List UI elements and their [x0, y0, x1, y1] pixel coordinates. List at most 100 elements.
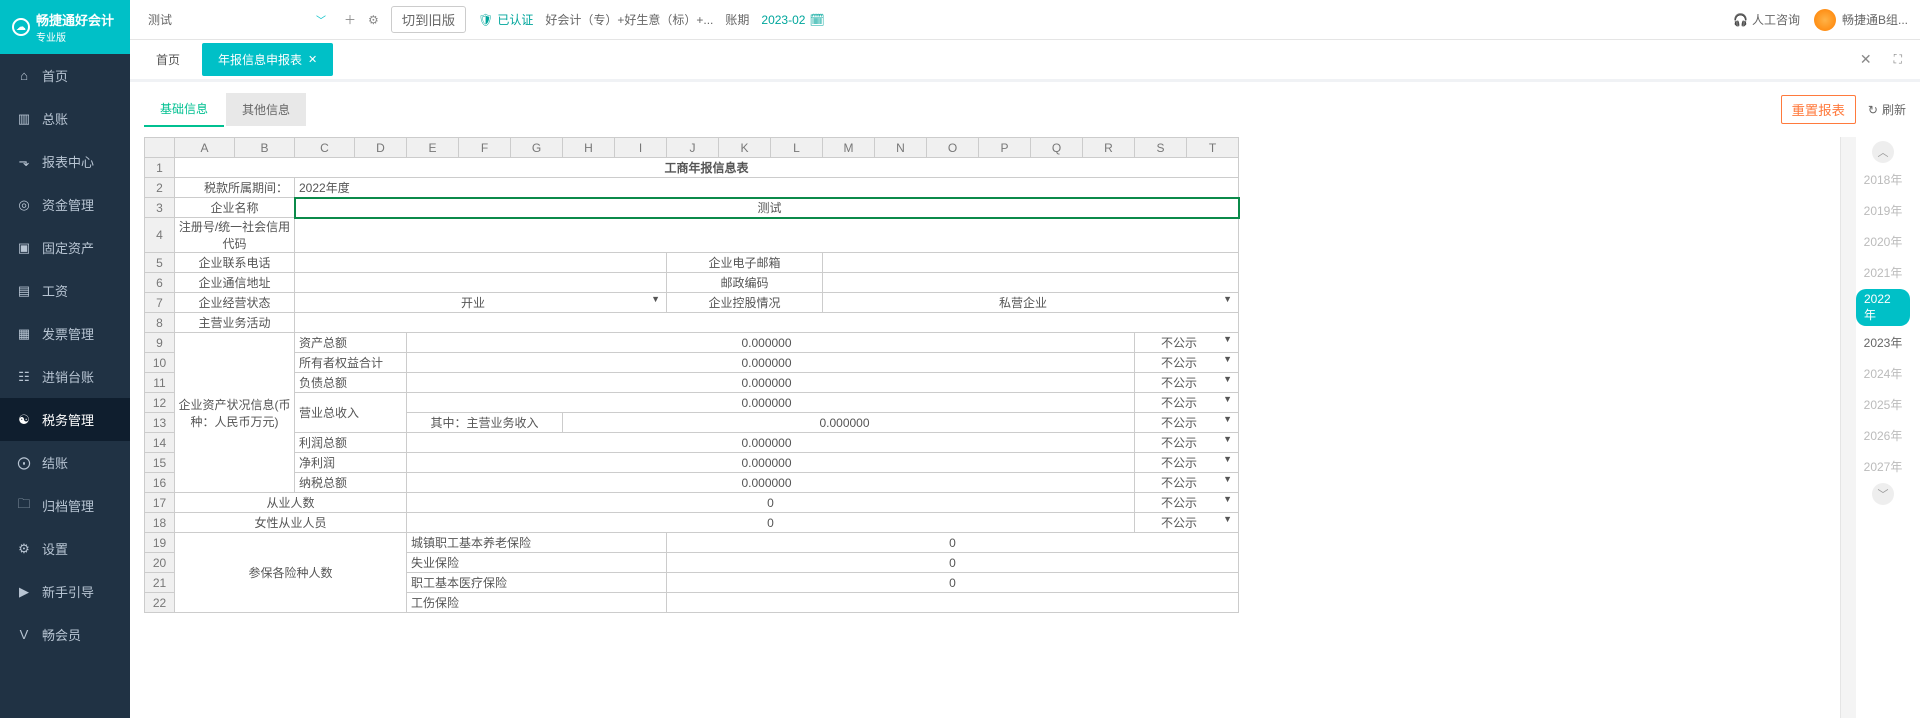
year-2020[interactable]: 2020年	[1860, 227, 1907, 256]
row-19[interactable]: 19	[145, 533, 175, 553]
nav-guide[interactable]: ▶新手引导	[0, 570, 130, 613]
nav-vip[interactable]: V畅会员	[0, 613, 130, 656]
phone-cell[interactable]	[295, 253, 667, 273]
female-employees-disclosure[interactable]: 不公示▼	[1135, 513, 1239, 533]
row-13[interactable]: 13	[145, 413, 175, 433]
nav-ledger[interactable]: ▥总账	[0, 97, 130, 140]
tax-total-value[interactable]: 0.000000	[407, 473, 1135, 493]
col-O[interactable]: O	[927, 138, 979, 158]
nav-archive[interactable]: 🗀归档管理	[0, 484, 130, 527]
medical-value[interactable]: 0	[667, 573, 1239, 593]
col-M[interactable]: M	[823, 138, 875, 158]
support-link[interactable]: 🎧 人工咨询	[1733, 11, 1800, 28]
row-8[interactable]: 8	[145, 313, 175, 333]
nav-funds[interactable]: ◎资金管理	[0, 183, 130, 226]
row-20[interactable]: 20	[145, 553, 175, 573]
tab-home[interactable]: 首页	[140, 43, 196, 76]
row-22[interactable]: 22	[145, 593, 175, 613]
status-select[interactable]: 开业▼	[295, 293, 667, 313]
col-L[interactable]: L	[771, 138, 823, 158]
row-9[interactable]: 9	[145, 333, 175, 353]
row-15[interactable]: 15	[145, 453, 175, 473]
subtab-basic[interactable]: 基础信息	[144, 92, 224, 127]
year-2019[interactable]: 2019年	[1860, 196, 1907, 225]
nav-settings[interactable]: ⚙设置	[0, 527, 130, 570]
col-I[interactable]: I	[615, 138, 667, 158]
nav-salary[interactable]: ▤工资	[0, 269, 130, 312]
liabilities-value[interactable]: 0.000000	[407, 373, 1135, 393]
fullscreen-icon[interactable]: ⛶	[1886, 48, 1910, 71]
tab-annual-report[interactable]: 年报信息申报表 ✕	[202, 43, 333, 76]
year-2023[interactable]: 2023年	[1860, 328, 1907, 357]
total-assets-disclosure[interactable]: 不公示▼	[1135, 333, 1239, 353]
nav-inventory[interactable]: ☷进销台账	[0, 355, 130, 398]
address-cell[interactable]	[295, 273, 667, 293]
period-selector[interactable]: 2023-02 🗓	[761, 13, 824, 27]
spreadsheet[interactable]: A B C D E F G H I J K L M	[144, 137, 1840, 718]
year-2018[interactable]: 2018年	[1860, 165, 1907, 194]
main-revenue-disclosure[interactable]: 不公示▼	[1135, 413, 1239, 433]
col-T[interactable]: T	[1187, 138, 1239, 158]
col-B[interactable]: B	[235, 138, 295, 158]
col-S[interactable]: S	[1135, 138, 1187, 158]
corner-cell[interactable]	[145, 138, 175, 158]
row-5[interactable]: 5	[145, 253, 175, 273]
col-A[interactable]: A	[175, 138, 235, 158]
row-6[interactable]: 6	[145, 273, 175, 293]
col-D[interactable]: D	[355, 138, 407, 158]
col-C[interactable]: C	[295, 138, 355, 158]
revenue-disclosure[interactable]: 不公示▼	[1135, 393, 1239, 413]
profit-value[interactable]: 0.000000	[407, 433, 1135, 453]
row-18[interactable]: 18	[145, 513, 175, 533]
row-12[interactable]: 12	[145, 393, 175, 413]
avatar[interactable]	[1814, 9, 1836, 31]
row-3[interactable]: 3	[145, 198, 175, 218]
add-button[interactable]: ＋	[344, 11, 356, 28]
row-16[interactable]: 16	[145, 473, 175, 493]
refresh-button[interactable]: ↻ 刷新	[1868, 101, 1906, 118]
switch-old-button[interactable]: 切到旧版	[391, 6, 466, 33]
col-P[interactable]: P	[979, 138, 1031, 158]
main-biz-cell[interactable]	[295, 313, 1239, 333]
year-2024[interactable]: 2024年	[1860, 359, 1907, 388]
user-name[interactable]: 畅捷通B组...	[1842, 11, 1908, 28]
main-revenue-value[interactable]: 0.000000	[563, 413, 1135, 433]
nav-close[interactable]: ⨀结账	[0, 441, 130, 484]
row-7[interactable]: 7	[145, 293, 175, 313]
reset-button[interactable]: 重置报表	[1781, 95, 1856, 124]
email-cell[interactable]	[823, 253, 1239, 273]
employees-value[interactable]: 0	[407, 493, 1135, 513]
row-14[interactable]: 14	[145, 433, 175, 453]
close-icon[interactable]: ✕	[308, 53, 317, 66]
col-R[interactable]: R	[1083, 138, 1135, 158]
unemployment-value[interactable]: 0	[667, 553, 1239, 573]
row-1[interactable]: 1	[145, 158, 175, 178]
revenue-value[interactable]: 0.000000	[407, 393, 1135, 413]
equity-disclosure[interactable]: 不公示▼	[1135, 353, 1239, 373]
year-2021[interactable]: 2021年	[1860, 258, 1907, 287]
col-N[interactable]: N	[875, 138, 927, 158]
row-17[interactable]: 17	[145, 493, 175, 513]
nav-reports[interactable]: ⬎报表中心	[0, 140, 130, 183]
injury-value[interactable]	[667, 593, 1239, 613]
year-2026[interactable]: 2026年	[1860, 421, 1907, 450]
row-11[interactable]: 11	[145, 373, 175, 393]
year-2022[interactable]: 2022年	[1856, 289, 1910, 326]
year-down-button[interactable]: ﹀	[1872, 483, 1894, 505]
net-profit-value[interactable]: 0.000000	[407, 453, 1135, 473]
col-K[interactable]: K	[719, 138, 771, 158]
postcode-cell[interactable]	[823, 273, 1239, 293]
employees-disclosure[interactable]: 不公示▼	[1135, 493, 1239, 513]
year-up-button[interactable]: ︿	[1872, 141, 1894, 163]
total-assets-value[interactable]: 0.000000	[407, 333, 1135, 353]
company-selector[interactable]: 测试 ﹀	[142, 7, 332, 32]
row-21[interactable]: 21	[145, 573, 175, 593]
nav-invoice[interactable]: ▦发票管理	[0, 312, 130, 355]
scrollbar[interactable]	[1840, 137, 1856, 718]
year-2025[interactable]: 2025年	[1860, 390, 1907, 419]
subtab-other[interactable]: 其他信息	[226, 93, 306, 126]
liabilities-disclosure[interactable]: 不公示▼	[1135, 373, 1239, 393]
reg-code-cell[interactable]	[295, 218, 1239, 253]
nav-home[interactable]: ⌂首页	[0, 54, 130, 97]
row-2[interactable]: 2	[145, 178, 175, 198]
